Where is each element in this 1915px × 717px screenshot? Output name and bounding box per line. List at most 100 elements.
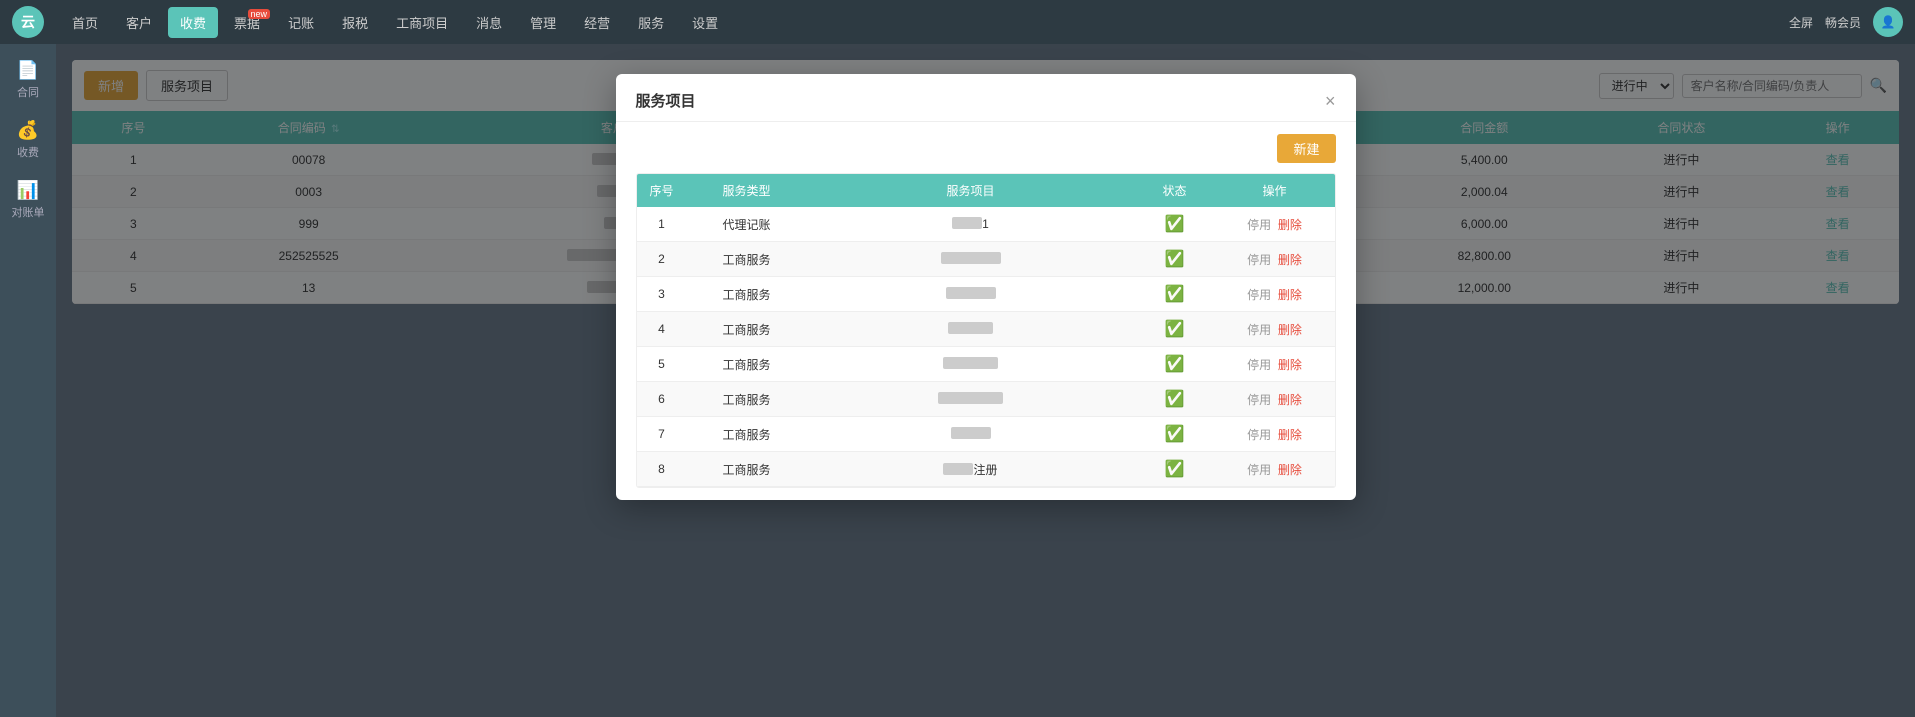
nav-tax[interactable]: 报税 (330, 7, 380, 38)
nav-fee[interactable]: 收费 (168, 7, 218, 38)
sidebar-item-contract[interactable]: 📄 合同 (2, 52, 54, 108)
modal-row-status: ✅ (1135, 382, 1215, 417)
logo-text: 云 (21, 12, 35, 32)
modal-row-project (807, 312, 1135, 347)
modal-row-status: ✅ (1135, 452, 1215, 487)
member-btn[interactable]: 畅会员 (1825, 14, 1861, 31)
top-navigation: 云 首页 客户 收费 票据 new 记账 报税 工商项目 消息 管理 经营 服务… (0, 0, 1915, 44)
nav-home[interactable]: 首页 (60, 7, 110, 38)
service-modal: 服务项目 × 新建 序号 服务类型 服务项目 (616, 74, 1356, 500)
modal-row-seq: 4 (637, 312, 687, 347)
modal-row-status: ✅ (1135, 207, 1215, 242)
modal-row-type: 工商服务 (687, 347, 807, 382)
modal-row-status: ✅ (1135, 312, 1215, 347)
nav-settings[interactable]: 设置 (680, 7, 730, 38)
sidebar-label-fee: 收费 (17, 144, 39, 160)
modal-row-actions: 停用 删除 (1215, 207, 1335, 242)
delete-btn[interactable]: 删除 (1278, 393, 1302, 407)
modal-row-seq: 1 (637, 207, 687, 242)
modal-row-seq: 6 (637, 382, 687, 417)
modal-row-project (807, 347, 1135, 382)
modal-row-actions: 停用 删除 (1215, 417, 1335, 452)
modal-col-project: 服务项目 (807, 174, 1135, 207)
delete-btn[interactable]: 删除 (1278, 253, 1302, 267)
delete-btn[interactable]: 删除 (1278, 288, 1302, 302)
modal-col-state: 状态 (1135, 174, 1215, 207)
modal-new-button[interactable]: 新建 (1277, 134, 1335, 163)
fullscreen-btn[interactable]: 全屏 (1789, 14, 1813, 31)
sidebar: 📄 合同 💰 收费 📊 对账单 (0, 44, 56, 717)
modal-row-seq: 2 (637, 242, 687, 277)
modal-row-actions: 停用 删除 (1215, 242, 1335, 277)
modal-row-project (807, 242, 1135, 277)
stop-btn[interactable]: 停用 (1247, 288, 1271, 302)
modal-col-type: 服务类型 (687, 174, 807, 207)
modal-table-row: 2 工商服务 ✅ 停用 删除 (637, 242, 1335, 277)
nav-invoice[interactable]: 票据 new (222, 7, 272, 38)
modal-row-actions: 停用 删除 (1215, 277, 1335, 312)
modal-row-type: 工商服务 (687, 382, 807, 417)
new-badge: new (248, 9, 271, 19)
service-items-table: 序号 服务类型 服务项目 状态 操作 1 (637, 174, 1335, 487)
modal-title: 服务项目 (636, 90, 696, 111)
modal-row-actions: 停用 删除 (1215, 312, 1335, 347)
stop-btn[interactable]: 停用 (1247, 218, 1271, 232)
stop-btn[interactable]: 停用 (1247, 393, 1271, 407)
delete-btn[interactable]: 删除 (1278, 428, 1302, 442)
modal-row-seq: 5 (637, 347, 687, 382)
nav-service[interactable]: 服务 (626, 7, 676, 38)
modal-row-status: ✅ (1135, 277, 1215, 312)
modal-row-type: 工商服务 (687, 417, 807, 452)
user-avatar[interactable]: 👤 (1873, 7, 1903, 37)
delete-btn[interactable]: 删除 (1278, 218, 1302, 232)
nav-bookkeeping[interactable]: 记账 (276, 7, 326, 38)
stop-btn[interactable]: 停用 (1247, 463, 1271, 477)
modal-table-row: 3 工商服务 ✅ 停用 删除 (637, 277, 1335, 312)
modal-table-header: 序号 服务类型 服务项目 状态 操作 (637, 174, 1335, 207)
content-area: 新增 服务项目 进行中 已完成 全部 🔍 序号 合同编码 (56, 44, 1915, 717)
modal-table-wrap[interactable]: 序号 服务类型 服务项目 状态 操作 1 (636, 173, 1336, 488)
stop-btn[interactable]: 停用 (1247, 253, 1271, 267)
modal-row-seq: 3 (637, 277, 687, 312)
modal-close-button[interactable]: × (1325, 92, 1336, 110)
nav-right: 全屏 畅会员 👤 (1789, 7, 1903, 37)
modal-table-row: 4 工商服务 ✅ 停用 删除 (637, 312, 1335, 347)
app-logo: 云 (12, 6, 44, 38)
stop-btn[interactable]: 停用 (1247, 323, 1271, 337)
sidebar-label-contract: 合同 (17, 84, 39, 100)
nav-operate[interactable]: 经营 (572, 7, 622, 38)
sidebar-label-reconcile: 对账单 (12, 204, 45, 220)
modal-row-type: 工商服务 (687, 312, 807, 347)
modal-row-status: ✅ (1135, 417, 1215, 452)
modal-row-type: 代理记账 (687, 207, 807, 242)
nav-manage[interactable]: 管理 (518, 7, 568, 38)
stop-btn[interactable]: 停用 (1247, 358, 1271, 372)
delete-btn[interactable]: 删除 (1278, 358, 1302, 372)
modal-row-status: ✅ (1135, 347, 1215, 382)
modal-row-type: 工商服务 (687, 277, 807, 312)
modal-row-project: 1 (807, 207, 1135, 242)
nav-items: 首页 客户 收费 票据 new 记账 报税 工商项目 消息 管理 经营 服务 设… (60, 7, 1789, 38)
delete-btn[interactable]: 删除 (1278, 463, 1302, 477)
modal-row-type: 工商服务 (687, 452, 807, 487)
modal-table-row: 6 工商服务 ✅ 停用 删除 (637, 382, 1335, 417)
modal-row-status: ✅ (1135, 242, 1215, 277)
modal-overlay: 服务项目 × 新建 序号 服务类型 服务项目 (56, 44, 1915, 717)
modal-row-actions: 停用 删除 (1215, 347, 1335, 382)
nav-business[interactable]: 工商项目 (384, 7, 460, 38)
nav-message[interactable]: 消息 (464, 7, 514, 38)
contract-icon: 📄 (17, 60, 39, 81)
delete-btn[interactable]: 删除 (1278, 323, 1302, 337)
modal-row-project (807, 417, 1135, 452)
main-layout: 📄 合同 💰 收费 📊 对账单 新增 服务项目 进行中 已完成 全部 (0, 44, 1915, 717)
reconcile-icon: 📊 (17, 180, 39, 201)
stop-btn[interactable]: 停用 (1247, 428, 1271, 442)
nav-customer[interactable]: 客户 (114, 7, 164, 38)
modal-table-row: 7 工商服务 ✅ 停用 删除 (637, 417, 1335, 452)
modal-body: 新建 序号 服务类型 服务项目 状态 操作 (616, 122, 1356, 500)
modal-table-row: 1 代理记账 1 ✅ 停用 删除 (637, 207, 1335, 242)
sidebar-item-reconcile[interactable]: 📊 对账单 (2, 172, 54, 228)
sidebar-item-fee[interactable]: 💰 收费 (2, 112, 54, 168)
modal-table-row: 5 工商服务 ✅ 停用 删除 (637, 347, 1335, 382)
modal-col-seq: 序号 (637, 174, 687, 207)
